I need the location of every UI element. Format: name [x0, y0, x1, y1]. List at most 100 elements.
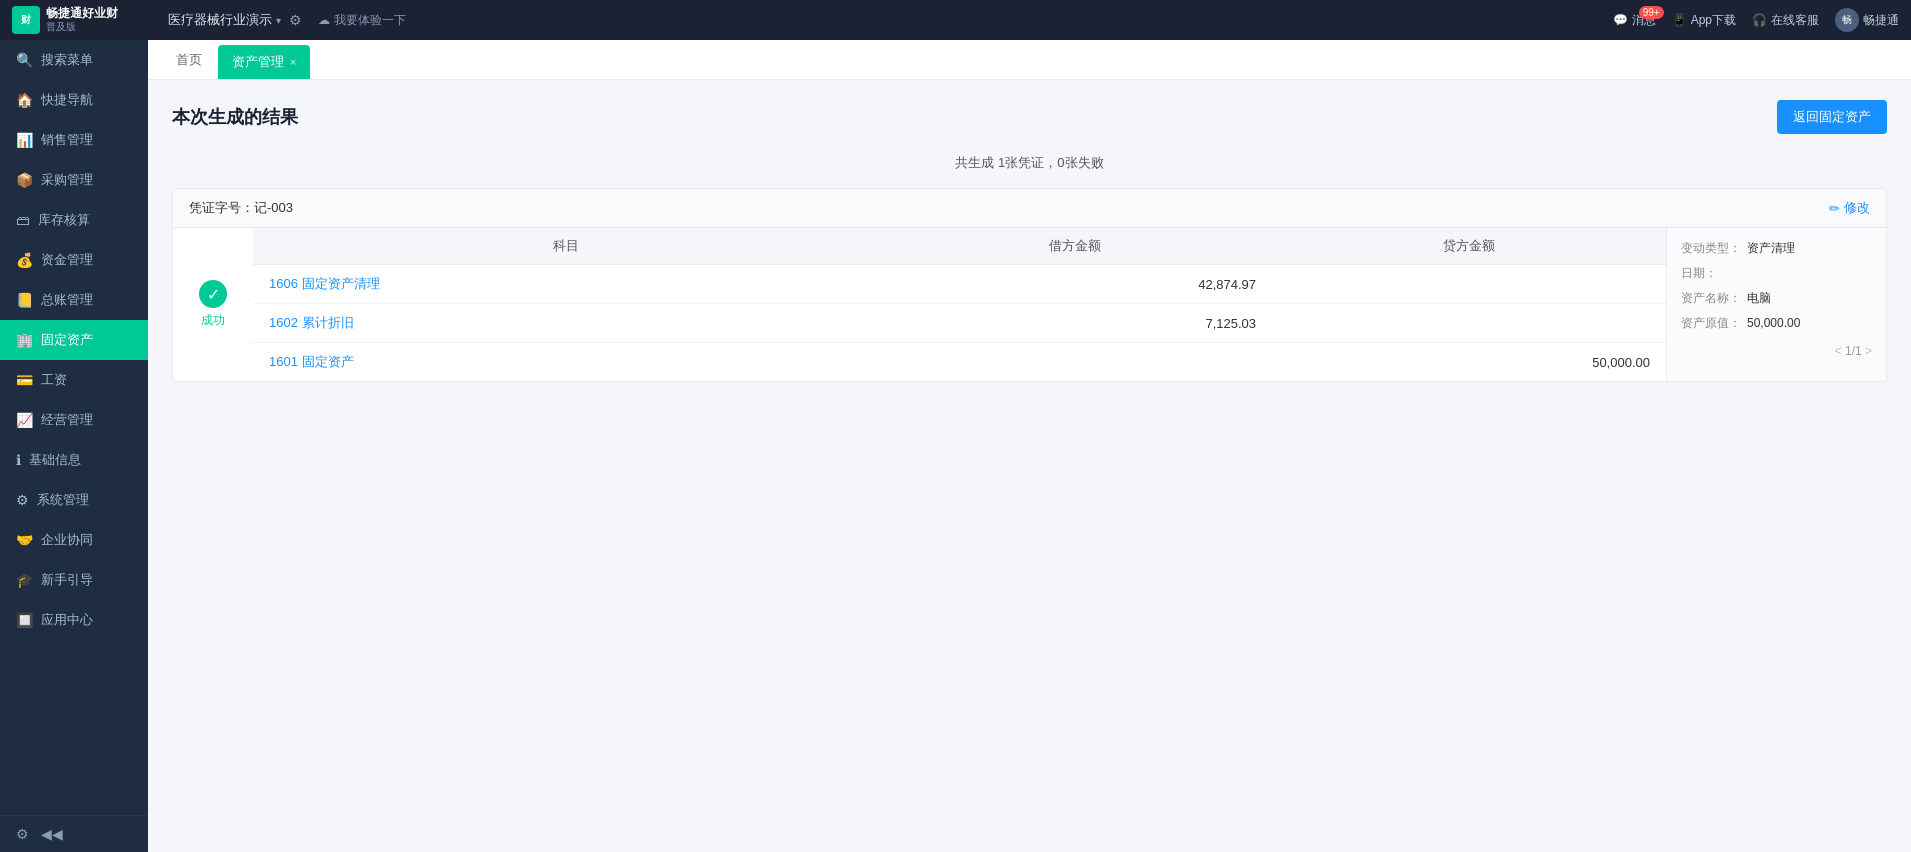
edit-button[interactable]: ✏ 修改 [1829, 199, 1870, 217]
workspace-selector[interactable]: 医疗器械行业演示 ▾ [168, 11, 281, 29]
tab-home[interactable]: 首页 [164, 41, 214, 79]
voucher-header: 凭证字号：记-003 ✏ 修改 [173, 189, 1886, 228]
headset-icon: 🎧 [1752, 13, 1767, 27]
asset-name-label: 资产名称： [1681, 290, 1741, 307]
sidebar-bottom: ⚙ ◀◀ [0, 815, 148, 852]
voucher-table-section: ✓ 成功 科目 借方金额 贷方金额 [173, 228, 1666, 381]
app-subtitle: 普及版 [46, 20, 118, 34]
tab-bar: 首页 资产管理 × [148, 40, 1911, 80]
gear-icon[interactable]: ⚙ [289, 12, 302, 28]
page-content: 本次生成的结果 返回固定资产 共生成 1张凭证，0张失败 凭证字号：记-003 … [148, 80, 1911, 852]
sidebar-item-label: 工资 [41, 371, 67, 389]
app-download-button[interactable]: 📱 App下载 [1672, 12, 1736, 29]
sidebar-item-label: 快捷导航 [41, 91, 93, 109]
ledger-icon: 📒 [16, 292, 33, 308]
sidebar-item-label: 系统管理 [37, 491, 89, 509]
credit-cell [1272, 304, 1666, 343]
success-text: 成功 [201, 312, 225, 329]
operations-icon: 📈 [16, 412, 33, 428]
header-right: 💬 消息 99+ 📱 App下载 🎧 在线客服 畅 畅捷通 [1613, 8, 1899, 32]
home-icon: 🏠 [16, 92, 33, 108]
experience-button[interactable]: ☁ 我要体验一下 [318, 12, 406, 29]
pagination-info: 1/1 [1845, 344, 1865, 358]
settings-icon[interactable]: ⚙ [16, 826, 29, 842]
logo-text-group: 畅捷通好业财 普及版 [46, 6, 118, 34]
user-name: 畅捷通 [1863, 12, 1899, 29]
message-button[interactable]: 💬 消息 99+ [1613, 12, 1656, 29]
sidebar-item-guide[interactable]: 🎓 新手引导 [0, 560, 148, 600]
original-value-value: 50,000.00 [1747, 316, 1800, 330]
sidebar-item-funds[interactable]: 💰 资金管理 [0, 240, 148, 280]
app-center-icon: 🔲 [16, 612, 33, 628]
app-title: 畅捷通好业财 [46, 6, 118, 20]
sidebar-item-purchase[interactable]: 📦 采购管理 [0, 160, 148, 200]
sidebar-item-search[interactable]: 🔍 搜索菜单 [0, 40, 148, 80]
sidebar-item-label: 新手引导 [41, 571, 93, 589]
pagination-next-icon[interactable]: > [1865, 344, 1872, 358]
edit-label: 修改 [1844, 199, 1870, 217]
guide-icon: 🎓 [16, 572, 33, 588]
sidebar-item-inventory[interactable]: 🗃 库存核算 [0, 200, 148, 240]
col-header-credit: 贷方金额 [1272, 228, 1666, 265]
sidebar-item-label: 销售管理 [41, 131, 93, 149]
pagination-prev-icon[interactable]: < [1835, 344, 1842, 358]
pagination: < 1/1 > [1681, 344, 1872, 358]
experience-label: 我要体验一下 [334, 12, 406, 29]
tab-close-button[interactable]: × [290, 56, 296, 68]
logo-area: 财 畅捷通好业财 普及版 [12, 6, 160, 34]
funds-icon: 💰 [16, 252, 33, 268]
online-service-button[interactable]: 🎧 在线客服 [1752, 12, 1819, 29]
sidebar-item-payroll[interactable]: 💳 工资 [0, 360, 148, 400]
asset-name-value: 电脑 [1747, 290, 1771, 307]
back-to-fixed-assets-button[interactable]: 返回固定资产 [1777, 100, 1887, 134]
sidebar-item-app-center[interactable]: 🔲 应用中心 [0, 600, 148, 640]
sidebar: 🔍 搜索菜单 🏠 快捷导航 📊 销售管理 📦 采购管理 🗃 库存核算 💰 资金管… [0, 40, 148, 852]
online-service-label: 在线客服 [1771, 12, 1819, 29]
workspace-name: 医疗器械行业演示 [168, 11, 272, 29]
top-header: 财 畅捷通好业财 普及版 医疗器械行业演示 ▾ ⚙ ☁ 我要体验一下 💬 消息 … [0, 0, 1911, 40]
tab-asset-management[interactable]: 资产管理 × [218, 45, 310, 79]
sidebar-item-label: 搜索菜单 [41, 51, 93, 69]
sidebar-item-label: 固定资产 [41, 331, 93, 349]
download-icon: 📱 [1672, 13, 1687, 27]
sales-icon: 📊 [16, 132, 33, 148]
sidebar-item-ledger[interactable]: 📒 总账管理 [0, 280, 148, 320]
debit-cell [878, 343, 1272, 382]
table-row: 1602 累计折旧 7,125.03 [253, 304, 1666, 343]
voucher-table: 科目 借方金额 贷方金额 1606 固定资产清理 42,874.97 [253, 228, 1666, 381]
change-type-label: 变动类型： [1681, 240, 1741, 257]
sidebar-item-basics[interactable]: ℹ 基础信息 [0, 440, 148, 480]
search-icon: 🔍 [16, 52, 33, 68]
col-header-subject: 科目 [253, 228, 878, 265]
edit-icon: ✏ [1829, 201, 1840, 216]
sidebar-item-fixed-assets[interactable]: 🏢 固定资产 [0, 320, 148, 360]
voucher-number: 凭证字号：记-003 [189, 199, 293, 217]
tab-label: 资产管理 [232, 53, 284, 71]
sidebar-item-label: 基础信息 [29, 451, 81, 469]
voucher-table-wrapper: 科目 借方金额 贷方金额 1606 固定资产清理 42,874.97 [253, 228, 1666, 381]
sidebar-item-sales[interactable]: 📊 销售管理 [0, 120, 148, 160]
subject-cell: 1602 累计折旧 [253, 304, 878, 343]
sidebar-item-enterprise[interactable]: 🤝 企业协同 [0, 520, 148, 560]
credit-cell: 50,000.00 [1272, 343, 1666, 382]
voucher-body: ✓ 成功 科目 借方金额 贷方金额 [173, 228, 1886, 381]
sidebar-item-system[interactable]: ⚙ 系统管理 [0, 480, 148, 520]
sidebar-item-label: 资金管理 [41, 251, 93, 269]
sidebar-item-label: 经营管理 [41, 411, 93, 429]
user-area[interactable]: 畅 畅捷通 [1835, 8, 1899, 32]
debit-cell: 42,874.97 [878, 265, 1272, 304]
debit-cell: 7,125.03 [878, 304, 1272, 343]
date-label: 日期： [1681, 265, 1717, 282]
success-checkmark-icon: ✓ [199, 280, 227, 308]
payroll-icon: 💳 [16, 372, 33, 388]
sidebar-item-quick-nav[interactable]: 🏠 快捷导航 [0, 80, 148, 120]
sidebar-item-operations[interactable]: 📈 经营管理 [0, 400, 148, 440]
result-summary: 共生成 1张凭证，0张失败 [172, 154, 1887, 172]
basics-icon: ℹ [16, 452, 21, 468]
logo-icon: 财 [12, 6, 40, 34]
main-layout: 🔍 搜索菜单 🏠 快捷导航 📊 销售管理 📦 采购管理 🗃 库存核算 💰 资金管… [0, 40, 1911, 852]
sidebar-item-label: 总账管理 [41, 291, 93, 309]
app-download-label: App下载 [1691, 12, 1736, 29]
credit-cell [1272, 265, 1666, 304]
collapse-icon[interactable]: ◀◀ [41, 826, 63, 842]
